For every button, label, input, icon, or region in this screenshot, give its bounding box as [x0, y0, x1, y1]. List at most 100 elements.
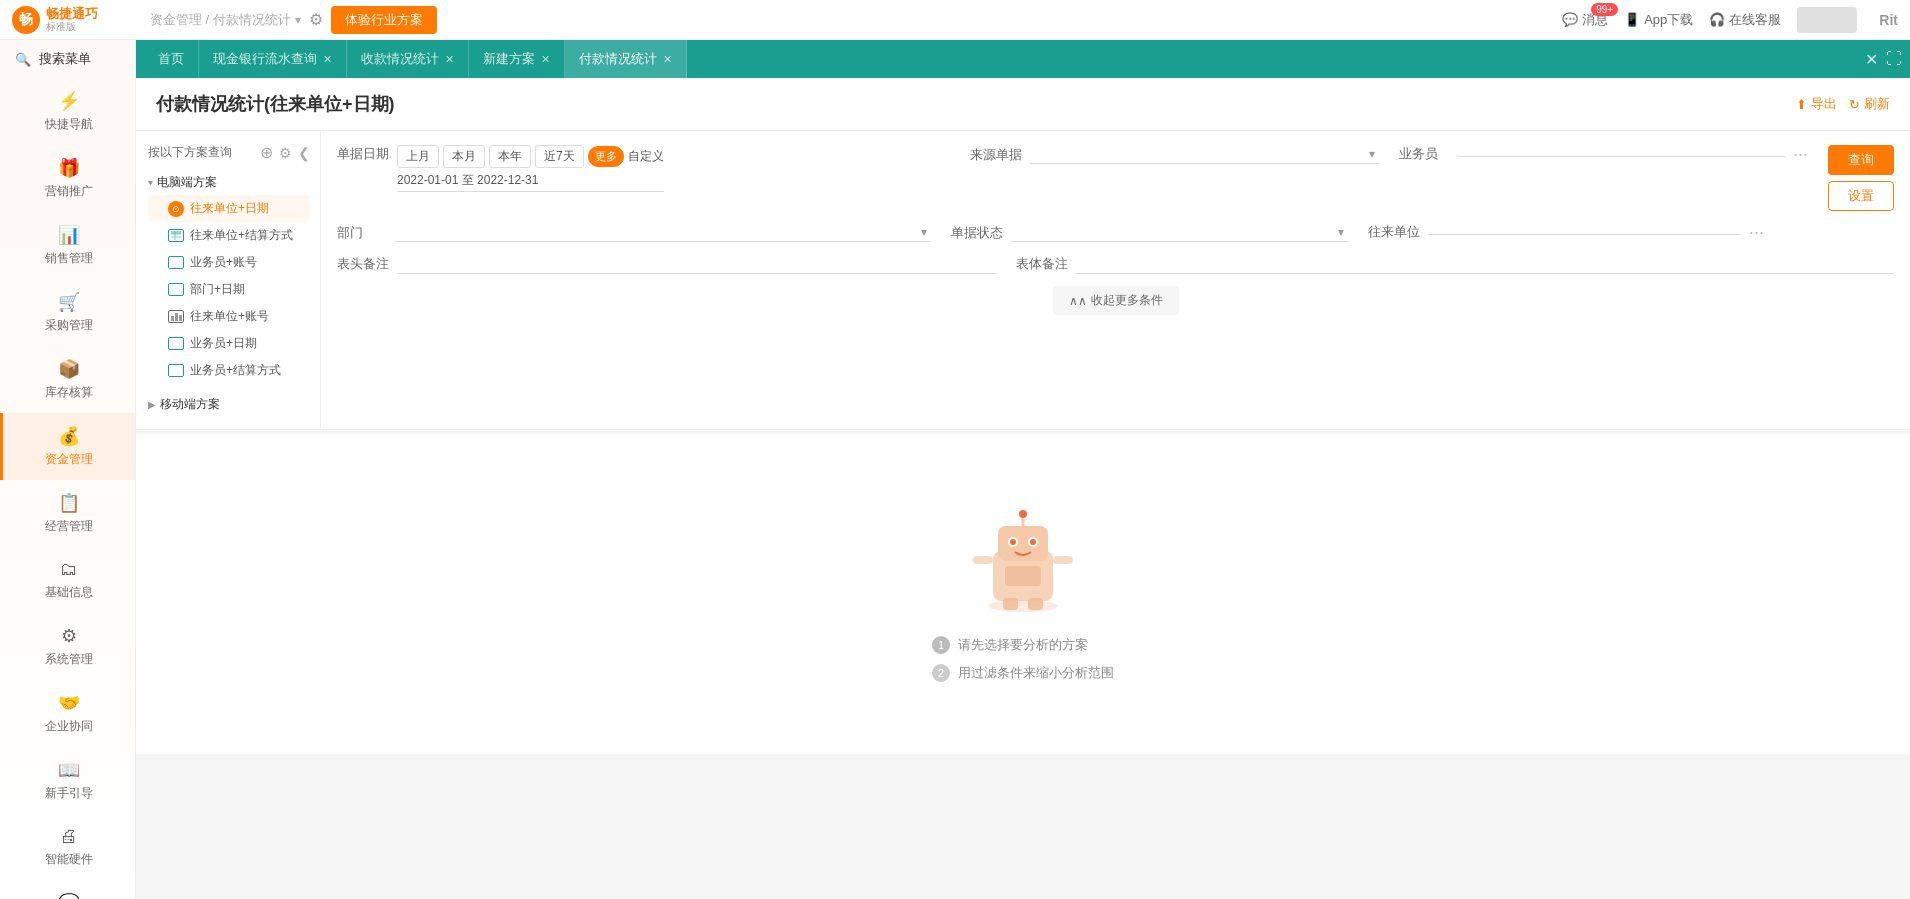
source-chevron: ▾ [1369, 147, 1375, 161]
date-this-month-btn[interactable]: 本月 [443, 145, 485, 168]
scheme-item-2[interactable]: 业务员+账号 [148, 249, 310, 276]
tab-payment-stat-close[interactable]: ✕ [663, 53, 672, 66]
related-unit-group: 往来单位 ··· [1368, 223, 1764, 241]
sidebar-item-operation[interactable]: 📋 经营管理 [0, 480, 135, 547]
svg-rect-0 [171, 231, 181, 234]
tab-minimize-icon[interactable]: ✕ [1865, 50, 1878, 69]
sidebar-item-wechat[interactable]: 💬 企业微信 [0, 880, 135, 899]
sidebar-item-enterprise[interactable]: 🤝 企业协同 [0, 680, 135, 747]
dept-select[interactable]: ▾ [395, 223, 931, 242]
date-7days-btn[interactable]: 近7天 [535, 145, 584, 168]
scheme-chart-icon-4 [168, 310, 184, 323]
empty-state: 1 请先选择要分析的方案 2 用过滤条件来缩小分析范围 [136, 434, 1910, 754]
avatar[interactable] [1797, 7, 1857, 33]
page-header: 付款情况统计(往来单位+日期) ⬆ 导出 ↻ 刷新 [136, 78, 1910, 131]
staff-input[interactable] [1457, 152, 1785, 157]
filter-row-1: 单据日期 上月 本月 本年 近7天 更多 自定义 20 [337, 145, 1894, 211]
settings-btn[interactable]: 设置 [1828, 181, 1894, 211]
tab-receipt-stat-close[interactable]: ✕ [445, 53, 454, 66]
sidebar-item-smart-hw[interactable]: 🖨 智能硬件 [0, 814, 135, 880]
sidebar-item-purchase[interactable]: 🛒 采购管理 [0, 279, 135, 346]
trial-btn[interactable]: 体验行业方案 [331, 6, 437, 34]
scheme-settings-icon[interactable]: ⚙ [279, 145, 292, 161]
app-download[interactable]: 📱 App下载 [1624, 11, 1693, 29]
online-service[interactable]: 🎧 在线客服 [1709, 11, 1781, 29]
logo-text: 畅捷通巧 [46, 6, 98, 22]
scheme-item-3[interactable]: 部门+日期 [148, 276, 310, 303]
chart-icon: 📊 [58, 224, 80, 246]
sidebar-item-sales[interactable]: 📊 销售管理 [0, 212, 135, 279]
sidebar: 🔍 搜索菜单 ⚡ 快捷导航 🎁 营销推广 📊 销售管理 🛒 采购管理 📦 库存核… [0, 40, 136, 899]
header-right: 💬 消息 99+ 📱 App下载 🎧 在线客服 Rit [1562, 7, 1898, 33]
logo-area: 畅 畅捷通巧 标准版 [12, 6, 142, 34]
date-group: 单据日期 上月 本月 本年 近7天 更多 自定义 20 [337, 145, 950, 192]
tab-new-scheme[interactable]: 新建方案 ✕ [469, 40, 565, 78]
source-select[interactable]: ▾ [1030, 145, 1379, 164]
mobile-scheme-section: ▶ 移动端方案 [148, 392, 310, 417]
custom-date-label[interactable]: 自定义 [628, 148, 664, 165]
collapse-btn[interactable]: ∧∧ 收起更多条件 [1053, 286, 1179, 315]
tab-home[interactable]: 首页 [144, 40, 199, 78]
date-more-btn[interactable]: 更多 [588, 146, 624, 167]
scheme-item-6[interactable]: 业务员+结算方式 [148, 357, 310, 384]
pc-section-title[interactable]: ▾ 电脑端方案 [148, 170, 310, 195]
svg-point-8 [1010, 539, 1016, 545]
guide-icon: 📖 [58, 759, 80, 781]
sidebar-item-guide[interactable]: 📖 新手引导 [0, 747, 135, 814]
dept-group: 部门 ▾ [337, 223, 931, 242]
date-this-year-btn[interactable]: 本年 [489, 145, 531, 168]
pc-section-chevron: ▾ [148, 177, 153, 188]
query-btn[interactable]: 查询 [1828, 145, 1894, 175]
sidebar-item-system[interactable]: ⚙ 系统管理 [0, 613, 135, 680]
related-unit-input[interactable] [1428, 230, 1741, 235]
database-icon: 🗂 [60, 559, 78, 580]
date-controls: 上月 本月 本年 近7天 更多 自定义 2022-01-01 至 2022-12… [397, 145, 664, 192]
date-range-display[interactable]: 2022-01-01 至 2022-12-31 [397, 172, 664, 192]
scheme-collapse-icon[interactable]: ❮ [298, 145, 310, 161]
tab-maximize-icon[interactable]: ⛶ [1886, 50, 1902, 68]
notification-badge: 99+ [1591, 3, 1618, 16]
cart-icon: 🛒 [58, 291, 80, 313]
tab-bank-flow[interactable]: 现金银行流水查询 ✕ [199, 40, 347, 78]
scheme-header-actions: ⊕ ⚙ ❮ [260, 143, 310, 162]
add-scheme-icon[interactable]: ⊕ [260, 143, 273, 162]
scheme-item-0[interactable]: ⊙ 往来单位+日期 [148, 195, 310, 222]
tab-payment-stat[interactable]: 付款情况统计 ✕ [565, 40, 687, 78]
refresh-btn[interactable]: ↻ 刷新 [1849, 95, 1890, 113]
mobile-section-title[interactable]: ▶ 移动端方案 [148, 392, 310, 417]
sidebar-item-search[interactable]: 🔍 搜索菜单 [0, 40, 135, 78]
svg-rect-16 [1028, 598, 1043, 610]
sidebar-item-quick-nav[interactable]: ⚡ 快捷导航 [0, 78, 135, 145]
tab-bar-right: ✕ ⛶ [1865, 50, 1902, 69]
source-label: 来源单据 [970, 146, 1022, 164]
scheme-item-5[interactable]: 业务员+日期 [148, 330, 310, 357]
tab-receipt-stat[interactable]: 收款情况统计 ✕ [347, 40, 469, 78]
empty-tips: 1 请先选择要分析的方案 2 用过滤条件来缩小分析范围 [932, 636, 1114, 682]
tab-new-scheme-close[interactable]: ✕ [541, 53, 550, 66]
export-btn[interactable]: ⬆ 导出 [1796, 95, 1837, 113]
breadcrumb-path: 资金管理 / 付款情况统计 [150, 11, 291, 29]
sidebar-item-inventory[interactable]: 📦 库存核算 [0, 346, 135, 413]
tip-num-1: 1 [932, 636, 950, 654]
staff-ellipsis[interactable]: ··· [1793, 145, 1808, 163]
quick-nav-icon: ⚡ [58, 90, 80, 112]
related-unit-ellipsis[interactable]: ··· [1749, 223, 1764, 241]
header-note-input[interactable] [397, 254, 996, 274]
notification-area[interactable]: 💬 消息 99+ [1562, 11, 1608, 29]
date-last-month-btn[interactable]: 上月 [397, 145, 439, 168]
settings-icon[interactable]: ⚙ [309, 10, 323, 29]
filter-panel: 按以下方案查询 ⊕ ⚙ ❮ ▾ 电脑端方案 [136, 131, 1910, 430]
scheme-item-4[interactable]: 往来单位+账号 [148, 303, 310, 330]
tab-bank-flow-close[interactable]: ✕ [323, 53, 332, 66]
filter-actions: 查询 设置 [1828, 145, 1894, 211]
doc-status-select[interactable]: ▾ [1011, 223, 1347, 242]
sidebar-item-marketing[interactable]: 🎁 营销推广 [0, 145, 135, 212]
body-note-input[interactable] [1076, 254, 1894, 274]
breadcrumb-chevron[interactable]: ▾ [295, 13, 301, 27]
sidebar-item-basic-info[interactable]: 🗂 基础信息 [0, 547, 135, 613]
logo-sub: 标准版 [46, 21, 98, 33]
filter-row-3: 表头备注 表体备注 [337, 254, 1894, 274]
scheme-item-1[interactable]: 往来单位+结算方式 [148, 222, 310, 249]
sidebar-item-capital[interactable]: 💰 资金管理 [0, 413, 135, 480]
tip-item-1: 1 请先选择要分析的方案 [932, 636, 1114, 654]
